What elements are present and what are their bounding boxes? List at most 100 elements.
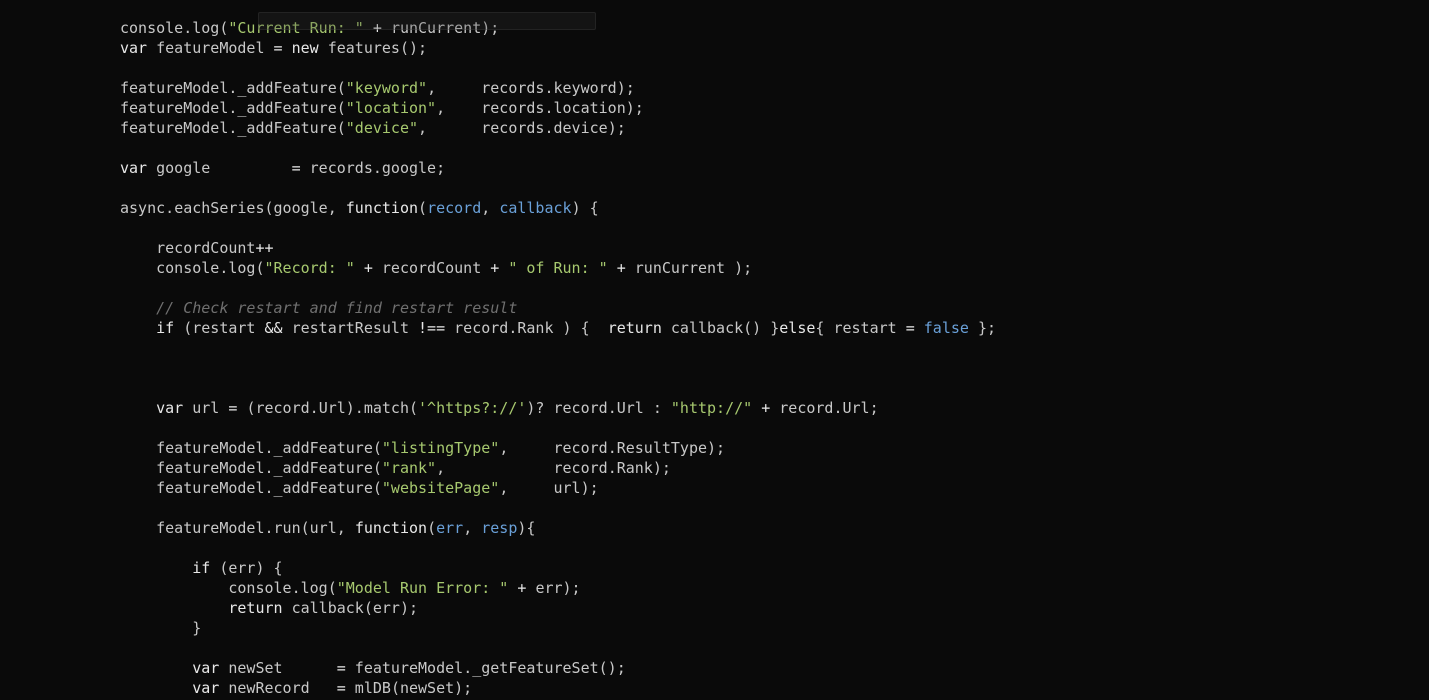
code-token: runCurrent [391,19,481,37]
code-token: . [165,199,174,217]
code-token: . [833,399,842,417]
code-token: log [192,19,219,37]
code-token: url [310,519,337,537]
code-token: + [508,579,535,597]
code-token: featureModel [120,519,265,537]
code-token: function [346,199,418,217]
code-token: ++ [255,239,273,257]
code-token: return [228,599,282,617]
code-token: . [544,119,553,137]
code-token [120,599,228,617]
code-token: () } [743,319,779,337]
code-token: . [183,19,192,37]
code-token: mlDB [346,679,391,697]
code-token: newSet [219,659,336,677]
code-token: ( [328,579,337,597]
code-token: "listingType" [382,439,499,457]
code-token: . [265,479,274,497]
code-token: . [265,519,274,537]
code-token: console [120,19,183,37]
code-token: )? [526,399,553,417]
code-editor-content: console.log("Current Run: " + runCurrent… [0,0,1429,698]
code-token: ); [581,479,599,497]
code-token: . [544,99,553,117]
code-token: var [192,659,219,677]
code-token: ; [436,159,445,177]
code-token: "Current Run: " [228,19,363,37]
code-token: , [436,99,481,117]
code-token: async [120,199,165,217]
code-token [120,619,192,637]
code-token: . [292,579,301,597]
code-token [120,679,192,697]
code-token: new [292,39,319,57]
code-token: ); [608,119,626,137]
code-token: = [337,659,346,677]
code-token: ); [563,579,581,597]
code-token: Url [843,399,870,417]
code-token: ( [364,599,373,617]
code-token: "keyword" [346,79,427,97]
code-token: featureModel [120,479,265,497]
code-token [120,299,156,317]
code-token: "Model Run Error: " [337,579,509,597]
code-token: url [183,399,228,417]
code-token: callback [283,599,364,617]
code-token: ) { [572,199,599,217]
code-token: console [120,579,292,597]
code-token: { [815,319,833,337]
code-token: ); [707,439,725,457]
code-token: restartResult [283,319,418,337]
code-token: _addFeature [237,99,336,117]
code-token: function [355,519,427,537]
code-token: + [608,259,635,277]
code-token: ); [481,19,499,37]
code-token: : [653,399,671,417]
code-token: , [436,459,553,477]
code-token: ( [337,119,346,137]
code-token: restart [192,319,264,337]
code-token: . [463,659,472,677]
code-token: err [228,559,255,577]
code-token: if [192,559,210,577]
code-token: ( [373,459,382,477]
code-token: ){ [517,519,535,537]
code-token: , [337,519,355,537]
code-token: record [779,399,833,417]
code-token: ). [346,399,364,417]
code-token: ( [409,399,418,417]
code-token: + [364,19,391,37]
code-token: && [265,319,283,337]
code-token: records [481,79,544,97]
code-token: featureModel [120,99,228,117]
code-token: _addFeature [274,459,373,477]
code-token: features [319,39,400,57]
code-token: , [427,79,481,97]
code-token: , [481,199,499,217]
code-token: ( [373,439,382,457]
code-token: ) { [255,559,282,577]
code-token: (); [400,39,427,57]
code-token: keyword [554,79,617,97]
code-token [210,559,219,577]
code-token: recordCount [382,259,490,277]
code-token: } [192,619,201,637]
code-token: ( [427,519,436,537]
code-token: runCurrent [635,259,734,277]
code-token: ( [337,79,346,97]
code-token: . [310,399,319,417]
code-token: " of Run: " [508,259,607,277]
code-token: "location" [346,99,436,117]
code-token: record [255,399,309,417]
code-token: featureModel [147,39,273,57]
code-token: = [906,319,915,337]
code-token: "Record: " [265,259,355,277]
code-token: + [490,259,499,277]
code-token: if [156,319,174,337]
code-token: ResultType [617,439,707,457]
code-token: records [301,159,373,177]
code-token: google [147,159,292,177]
code-token: }; [969,319,996,337]
code-token: else [779,319,815,337]
code-token: . [265,439,274,457]
